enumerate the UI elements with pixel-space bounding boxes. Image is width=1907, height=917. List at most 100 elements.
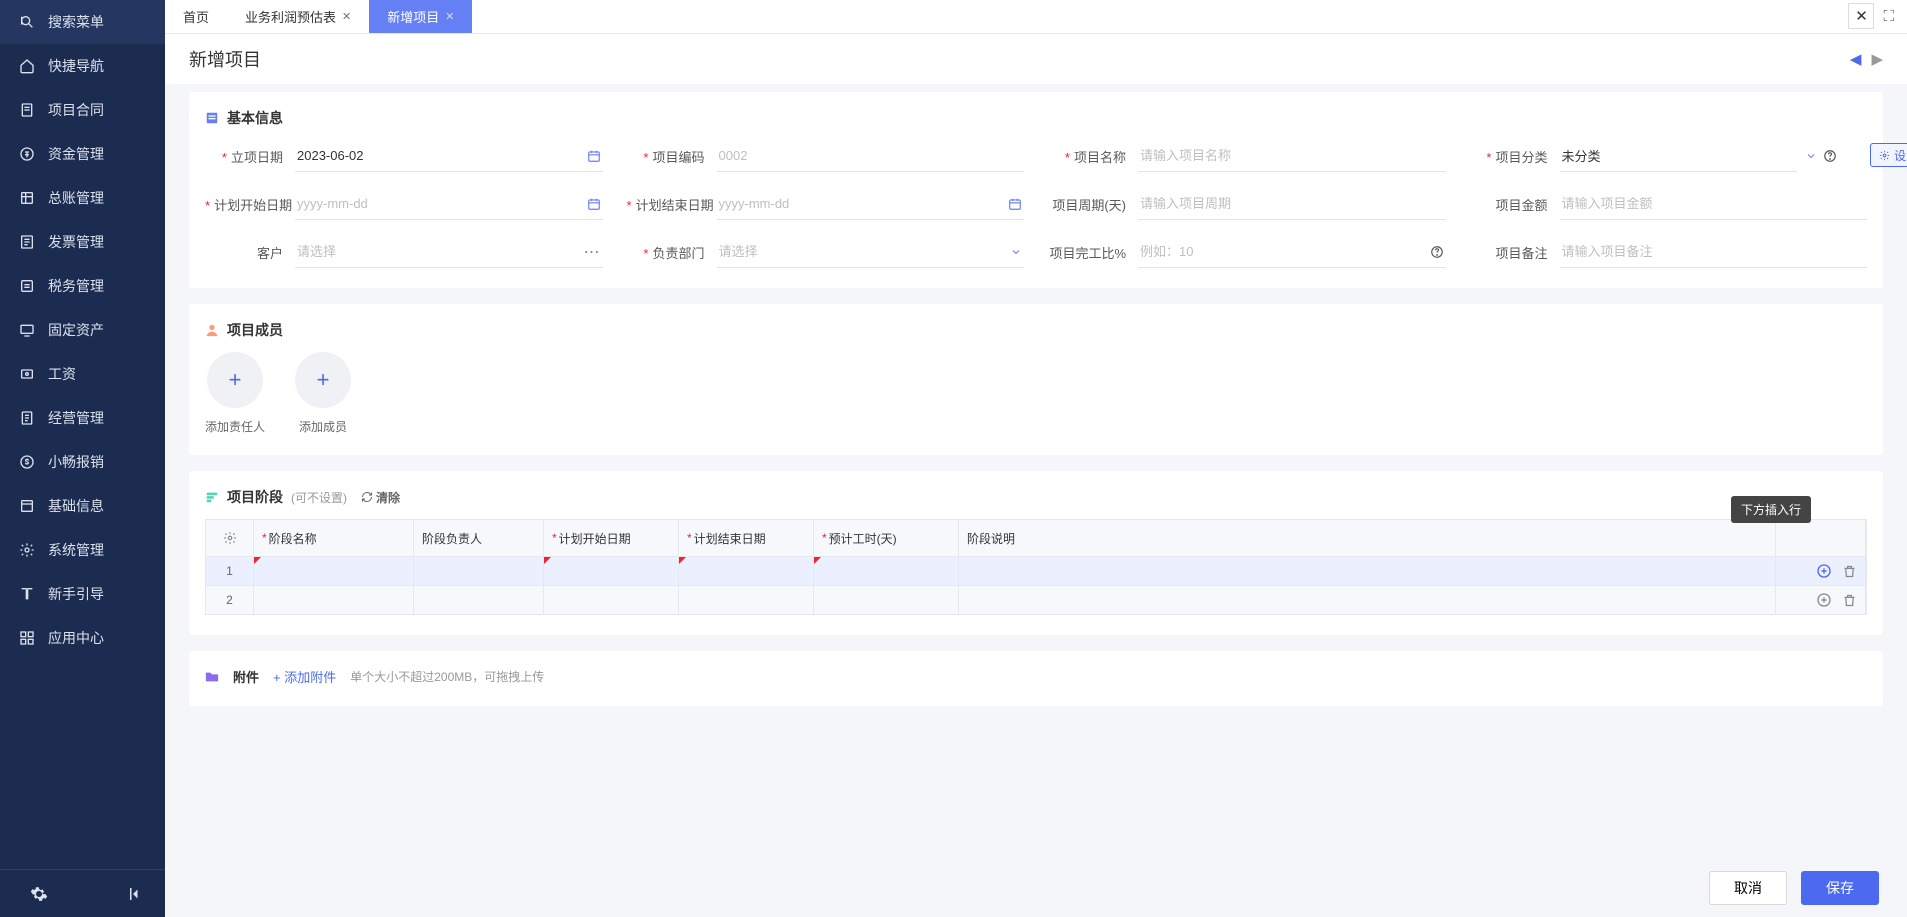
cell-phase-owner[interactable] <box>414 557 544 585</box>
field-customer: 客户 ⋯ <box>205 236 603 268</box>
add-member-button[interactable]: + 添加成员 <box>295 352 351 435</box>
cell-est-hours[interactable] <box>814 557 959 585</box>
cell-phase-name[interactable] <box>254 557 414 585</box>
table-header: 阶段名称 阶段负责人 计划开始日期 计划结束日期 预计工时(天) 阶段说明 <box>206 520 1866 556</box>
ledger-icon <box>18 189 36 207</box>
sidebar-item-tax-mgmt[interactable]: 税务管理 <box>0 264 165 308</box>
sidebar-item-quick-nav[interactable]: 快捷导航 <box>0 44 165 88</box>
chevron-down-icon[interactable] <box>1010 246 1022 258</box>
remark-input[interactable] <box>1560 236 1868 268</box>
table-row[interactable]: 2 <box>206 585 1866 614</box>
section-header: 项目成员 <box>205 320 1867 340</box>
plan-start-input[interactable] <box>295 188 603 220</box>
progress-input[interactable] <box>1138 236 1446 268</box>
table-body: 1 2 <box>206 556 1866 614</box>
sidebar-item-app-center[interactable]: 应用中心 <box>0 616 165 660</box>
cell-plan-start[interactable] <box>544 586 679 614</box>
settings-icon[interactable] <box>30 885 48 903</box>
chevron-down-icon[interactable] <box>1805 150 1817 162</box>
label: 计划结束日期 <box>627 195 717 214</box>
field-period: 项目周期(天) <box>1048 188 1446 220</box>
field-name: 项目名称 <box>1048 140 1446 172</box>
sidebar-item-salary[interactable]: 工资 <box>0 352 165 396</box>
sidebar-label: 搜索菜单 <box>48 12 104 32</box>
attach-row: 附件 添加附件 单个大小不超过200MB，可拖拽上传 <box>205 667 1867 686</box>
col-phase-desc: 阶段说明 <box>959 520 1776 556</box>
cell-phase-name[interactable] <box>254 586 414 614</box>
sidebar-label: 经营管理 <box>48 408 104 428</box>
dept-select[interactable] <box>717 236 1025 268</box>
sidebar-item-xiaochang-expense[interactable]: 小畅报销 <box>0 440 165 484</box>
sidebar-item-invoice-mgmt[interactable]: 发票管理 <box>0 220 165 264</box>
sidebar-item-search-menu[interactable]: 搜索菜单 <box>0 0 165 44</box>
help-icon[interactable] <box>1823 149 1837 163</box>
form-icon <box>205 111 219 125</box>
section-title: 基本信息 <box>227 108 283 128</box>
field-dept: 负责部门 <box>627 236 1025 268</box>
table-row[interactable]: 1 <box>206 556 1866 585</box>
cell-plan-end[interactable] <box>679 557 814 585</box>
amount-input[interactable] <box>1560 188 1868 220</box>
cell-plan-end[interactable] <box>679 586 814 614</box>
clear-phases-button[interactable]: 清除 <box>361 489 400 506</box>
clear-label: 清除 <box>376 489 400 506</box>
name-input[interactable] <box>1138 140 1446 172</box>
prev-record-icon[interactable]: ◀ <box>1850 50 1862 68</box>
sidebar-item-newbie-guide[interactable]: 新手引导 <box>0 572 165 616</box>
cell-phase-desc[interactable] <box>959 557 1776 585</box>
sidebar-label: 发票管理 <box>48 232 104 252</box>
tax-icon <box>18 277 36 295</box>
more-icon[interactable]: ⋯ <box>584 242 601 262</box>
calendar-icon[interactable] <box>1008 197 1022 211</box>
search-icon <box>18 13 36 31</box>
sidebar-item-operation-mgmt[interactable]: 经营管理 <box>0 396 165 440</box>
sidebar-label: 系统管理 <box>48 540 104 560</box>
delete-row-icon[interactable] <box>1842 564 1857 579</box>
tab-home[interactable]: 首页 <box>165 0 227 33</box>
sidebar-item-system-mgmt[interactable]: 系统管理 <box>0 528 165 572</box>
create-date-input[interactable] <box>295 140 603 172</box>
cancel-button[interactable]: 取消 <box>1709 871 1787 905</box>
close-icon[interactable]: ✕ <box>342 10 351 23</box>
close-icon[interactable]: ✕ <box>445 10 454 23</box>
collapse-sidebar-icon[interactable] <box>127 885 145 903</box>
add-member-label: 添加成员 <box>299 418 347 435</box>
insert-row-icon[interactable] <box>1816 592 1832 608</box>
sidebar-item-fixed-assets[interactable]: 固定资产 <box>0 308 165 352</box>
calendar-icon[interactable] <box>587 197 601 211</box>
expand-icon[interactable]: ⛶ <box>1880 5 1897 28</box>
cell-plan-start[interactable] <box>544 557 679 585</box>
col-est-hours: 预计工时(天) <box>814 520 959 556</box>
tab-profit-estimate[interactable]: 业务利润预估表 ✕ <box>227 0 369 33</box>
category-select[interactable] <box>1560 140 1798 172</box>
period-input[interactable] <box>1138 188 1446 220</box>
label: 项目分类 <box>1470 147 1560 166</box>
code-input[interactable] <box>717 140 1025 172</box>
delete-row-icon[interactable] <box>1842 593 1857 608</box>
customer-select[interactable] <box>295 236 603 268</box>
sidebar-item-project-contract[interactable]: 项目合同 <box>0 88 165 132</box>
label: 负责部门 <box>627 243 717 262</box>
add-attachment-link[interactable]: 添加附件 <box>273 667 336 686</box>
insert-row-icon[interactable] <box>1816 563 1832 579</box>
sidebar-item-fund-mgmt[interactable]: 资金管理 <box>0 132 165 176</box>
config-button[interactable]: 设置 <box>1870 143 1907 167</box>
help-icon[interactable] <box>1430 245 1444 259</box>
tab-new-project[interactable]: 新增项目 ✕ <box>369 0 472 33</box>
cell-phase-desc[interactable] <box>959 586 1776 614</box>
cell-phase-owner[interactable] <box>414 586 544 614</box>
label: 项目名称 <box>1048 147 1138 166</box>
plan-end-input[interactable] <box>717 188 1025 220</box>
cell-est-hours[interactable] <box>814 586 959 614</box>
next-record-icon[interactable]: ▶ <box>1871 50 1883 68</box>
calendar-icon[interactable] <box>587 149 601 163</box>
col-settings[interactable] <box>206 520 254 556</box>
sidebar-item-basic-info[interactable]: 基础信息 <box>0 484 165 528</box>
label: 立项日期 <box>205 147 295 166</box>
sidebar-item-ledger-mgmt[interactable]: 总账管理 <box>0 176 165 220</box>
field-plan-end: 计划结束日期 <box>627 188 1025 220</box>
user-icon <box>205 323 219 337</box>
close-panel-button[interactable]: ✕ <box>1848 3 1874 29</box>
add-owner-button[interactable]: + 添加责任人 <box>205 352 265 435</box>
save-button[interactable]: 保存 <box>1801 871 1879 905</box>
